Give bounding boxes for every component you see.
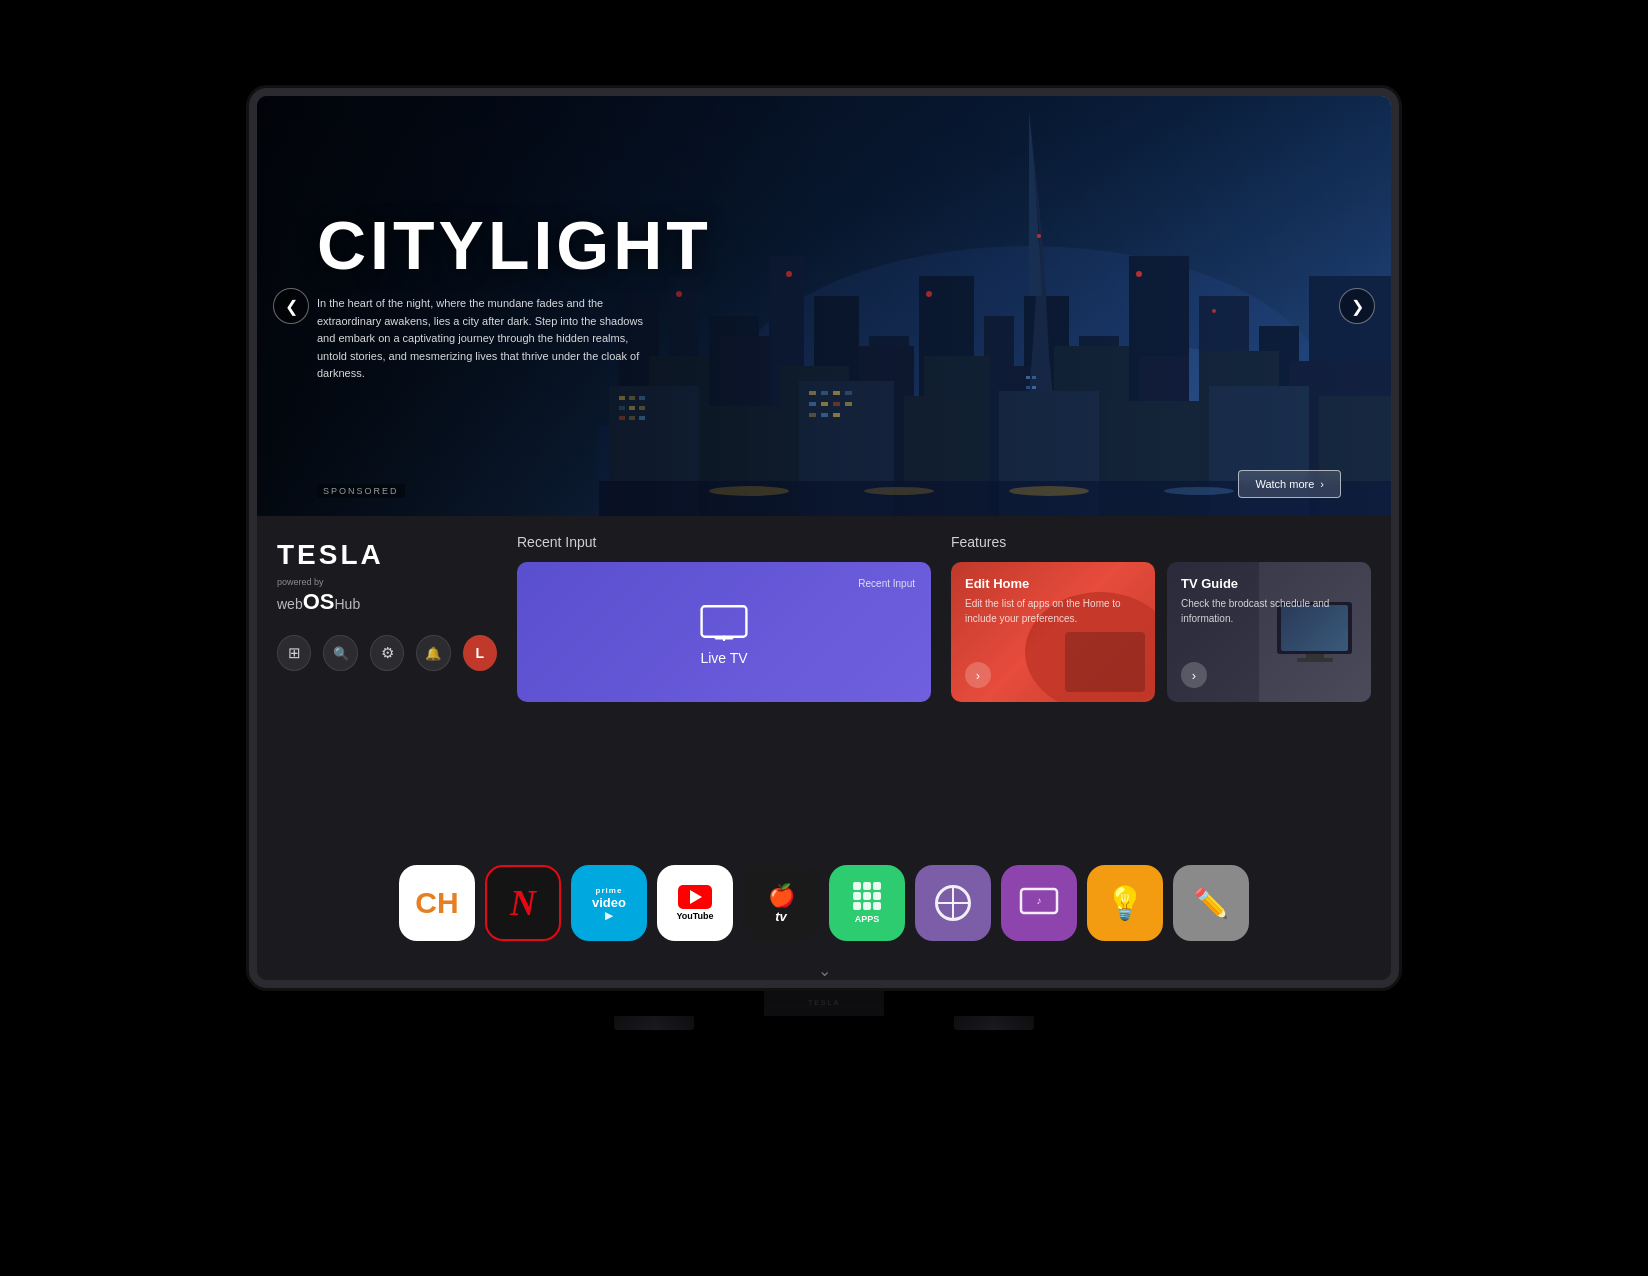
stand-base: [614, 1016, 1034, 1030]
live-tv-label: Live TV: [700, 650, 747, 666]
tv-guide-content: TV Guide Check the brodcast schedule and…: [1167, 562, 1371, 702]
brand-logo: TESLA: [277, 539, 497, 571]
recent-input-panel: Recent Input Recent Input Live TV: [517, 534, 931, 843]
bottom-panel: TESLA powered by web OS Hub ⊞ 🔍: [257, 516, 1391, 980]
apps-grid-icon: [853, 882, 881, 910]
recent-input-card[interactable]: Recent Input Live TV: [517, 562, 931, 702]
edit-home-title: Edit Home: [965, 576, 1141, 591]
bulb-icon: 💡: [1105, 884, 1145, 922]
menu-icon: ⊞: [288, 644, 301, 662]
hero-prev-button[interactable]: ❮: [273, 288, 309, 324]
notifications-button[interactable]: 🔔: [416, 635, 450, 671]
search-button[interactable]: 🔍: [323, 635, 357, 671]
watch-more-button[interactable]: Watch more ›: [1238, 470, 1341, 498]
recent-input-title: Recent Input: [517, 534, 931, 550]
features-grid: Edit Home Edit the list of apps on the H…: [951, 562, 1371, 843]
arrow-right-icon: ›: [976, 668, 980, 683]
channelx-icon: CH: [415, 886, 458, 920]
live-tv-icon: [700, 604, 748, 642]
hero-content: CITYLIGHT In the heart of the night, whe…: [317, 211, 712, 383]
svg-rect-75: [702, 606, 747, 636]
features-panel: Features Edit Home Edit the li: [951, 534, 1371, 843]
left-arrow-icon: ❮: [285, 297, 298, 316]
pencil-icon: ✏️: [1194, 887, 1229, 920]
youtube-label: YouTube: [676, 911, 713, 921]
svg-text:♪: ♪: [1037, 895, 1042, 906]
tv-stand: TESLA: [224, 988, 1424, 1030]
live-tv-content: Live TV: [700, 604, 748, 666]
app-apple-tv[interactable]: 🍎 tv: [743, 865, 819, 941]
tv-guide-arrow-button[interactable]: ›: [1181, 662, 1207, 688]
app-apps[interactable]: APPS: [829, 865, 905, 941]
apps-row: CH N prime video ▶: [257, 853, 1391, 957]
edit-home-desc: Edit the list of apps on the Home to inc…: [965, 596, 1141, 626]
apple-icon: 🍎: [768, 883, 795, 909]
right-arrow-icon: ❯: [1351, 297, 1364, 316]
hero-next-button[interactable]: ❯: [1339, 288, 1375, 324]
app-netflix[interactable]: N: [485, 865, 561, 941]
left-panel: TESLA powered by web OS Hub ⊞ 🔍: [277, 534, 497, 843]
youtube-play-icon: [690, 890, 702, 904]
watch-more-arrow-icon: ›: [1320, 478, 1324, 490]
os-text: OS: [303, 589, 335, 615]
powered-by-text: powered by: [277, 577, 497, 587]
settings-button[interactable]: ⚙: [370, 635, 404, 671]
features-title: Features: [951, 534, 1371, 550]
globe-icon: [935, 885, 971, 921]
prime-logo: prime video ▶: [592, 886, 626, 921]
web-text: web: [277, 596, 303, 612]
content-row: TESLA powered by web OS Hub ⊞ 🔍: [257, 516, 1391, 853]
youtube-play-button: [678, 885, 712, 909]
netflix-icon: N: [510, 882, 536, 924]
chevron-down-icon: ⌄: [818, 962, 831, 979]
hero-title: CITYLIGHT: [317, 211, 712, 279]
settings-icon: ⚙: [381, 644, 394, 662]
app-edit[interactable]: ✏️: [1173, 865, 1249, 941]
webos-brand: web OS Hub: [277, 589, 497, 615]
edit-home-content: Edit Home Edit the list of apps on the H…: [951, 562, 1155, 702]
recent-input-card-label: Recent Input: [858, 578, 915, 589]
stand-brand-label: TESLA: [808, 999, 840, 1006]
stand-leg-right: [954, 1016, 1034, 1030]
hero-sponsored-label: SPONSORED: [317, 484, 405, 498]
arrow-right-icon: ›: [1192, 668, 1196, 683]
user-avatar[interactable]: L: [463, 635, 497, 671]
search-icon: 🔍: [333, 646, 349, 661]
icon-row: ⊞ 🔍 ⚙ 🔔 L: [277, 635, 497, 671]
bell-icon: 🔔: [425, 646, 441, 661]
hero-description: In the heart of the night, where the mun…: [317, 295, 657, 383]
app-prime-video[interactable]: prime video ▶: [571, 865, 647, 941]
tv-frame: CITYLIGHT In the heart of the night, whe…: [249, 88, 1399, 988]
app-browser[interactable]: [915, 865, 991, 941]
tesla-logo: TESLA: [277, 539, 497, 571]
app-youtube[interactable]: YouTube: [657, 865, 733, 941]
down-arrow-indicator: ⌄: [257, 961, 1391, 980]
media-icon: ♪: [1019, 887, 1059, 919]
appletv-label: tv: [775, 909, 787, 924]
app-media[interactable]: ♪: [1001, 865, 1077, 941]
hero-banner: CITYLIGHT In the heart of the night, whe…: [257, 96, 1391, 516]
tv-guide-title: TV Guide: [1181, 576, 1357, 591]
menu-button[interactable]: ⊞: [277, 635, 311, 671]
feature-card-edit-home[interactable]: Edit Home Edit the list of apps on the H…: [951, 562, 1155, 702]
apps-label: APPS: [855, 914, 880, 924]
tv-guide-desc: Check the brodcast schedule and informat…: [1181, 596, 1357, 626]
edit-home-arrow-button[interactable]: ›: [965, 662, 991, 688]
app-tips[interactable]: 💡: [1087, 865, 1163, 941]
feature-card-tv-guide[interactable]: TV Guide Check the brodcast schedule and…: [1167, 562, 1371, 702]
app-channelx[interactable]: CH: [399, 865, 475, 941]
stand-leg-left: [614, 1016, 694, 1030]
hub-text: Hub: [334, 596, 360, 612]
avatar-letter: L: [476, 645, 485, 661]
stand-neck: TESLA: [764, 988, 884, 1016]
